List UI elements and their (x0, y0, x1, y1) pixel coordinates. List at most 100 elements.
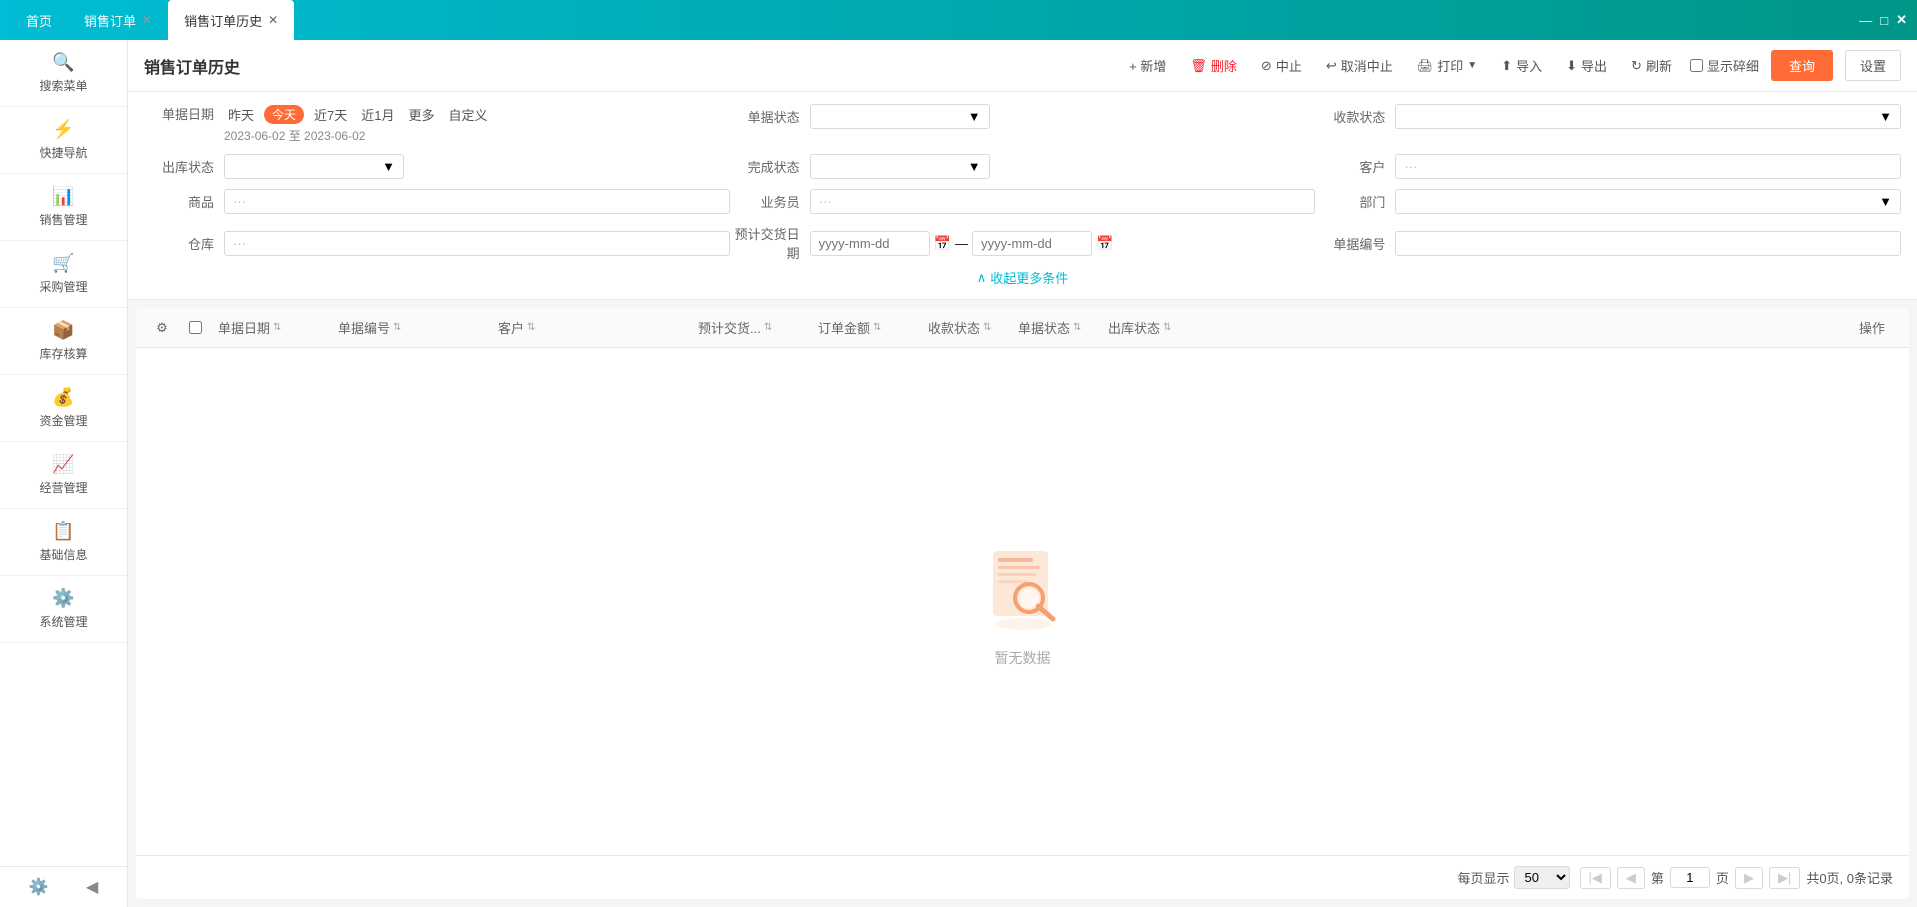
date-separator: — (955, 236, 968, 251)
print-button[interactable]: 🖨 打印 ▼ (1411, 52, 1483, 79)
bill-no-label: 单据编号 (1315, 234, 1395, 253)
finance-icon: 💰 (52, 387, 74, 408)
sidebar-item-sales[interactable]: 📊 销售管理 (0, 174, 127, 241)
th-ops-label: 操作 (1859, 318, 1885, 337)
sidebar-item-search-menu[interactable]: 🔍 搜索菜单 (0, 40, 127, 107)
sidebar-item-quick-nav[interactable]: ⚡ 快捷导航 (0, 107, 127, 174)
display-cols-label: 显示碎细 (1707, 56, 1759, 75)
sort-bill-icon: ⇅ (1073, 322, 1081, 333)
delivery-date-end[interactable] (972, 231, 1092, 256)
next-page-button[interactable]: ▶ (1735, 867, 1763, 889)
calendar-start-icon[interactable]: 📅 (934, 235, 951, 252)
sidebar-item-purchase[interactable]: 🛒 采购管理 (0, 241, 127, 308)
toolbar: + 新增 🗑 删除 ⊘ 中止 ↩ 取消中止 🖨 打印 ▼ (1123, 50, 1901, 81)
th-order-amount-label: 订单金额 (818, 318, 870, 337)
th-delivery-date[interactable]: 预计交货... ⇅ (690, 318, 810, 337)
out-status-select[interactable]: ▼ (224, 154, 404, 179)
customer-input[interactable]: ··· (1395, 154, 1901, 179)
th-checkbox[interactable] (180, 321, 210, 334)
sidebar-item-finance[interactable]: 💰 资金管理 (0, 375, 127, 442)
page-title: 销售订单历史 (144, 54, 240, 78)
th-pay-status-label: 收款状态 (928, 318, 980, 337)
tab-sales-order-history-close[interactable]: ✕ (268, 13, 278, 27)
sidebar: 🔍 搜索菜单 ⚡ 快捷导航 📊 销售管理 🛒 采购管理 📦 库存核算 💰 资金管… (0, 40, 128, 907)
sales-icon: 📊 (52, 186, 74, 207)
import-label: 导入 (1516, 56, 1542, 75)
bill-no-input[interactable] (1395, 231, 1901, 256)
maximize-button[interactable]: □ (1880, 13, 1888, 28)
new-label: + 新增 (1129, 56, 1166, 75)
shortcut-yesterday[interactable]: 昨天 (224, 104, 258, 125)
collapse-label: 收起更多条件 (990, 268, 1068, 287)
minimize-button[interactable]: — (1859, 13, 1872, 28)
pay-status-select[interactable]: ▼ (1395, 104, 1901, 129)
sidebar-item-operations[interactable]: 📈 经营管理 (0, 442, 127, 509)
delete-button[interactable]: 🗑 删除 (1184, 52, 1243, 79)
th-pay-status[interactable]: 收款状态 ⇅ (920, 318, 1010, 337)
collapse-button[interactable]: ∧ 收起更多条件 (144, 268, 1901, 287)
stop-button[interactable]: ⊘ 中止 (1255, 52, 1308, 79)
sidebar-collapse-button[interactable]: ◀ (86, 877, 98, 897)
delivery-date-label: 预计交货日期 (730, 224, 810, 262)
pay-status-label: 收款状态 (1315, 107, 1395, 126)
prev-page-button[interactable]: ◀ (1617, 867, 1645, 889)
tab-sales-order-close[interactable]: ✕ (142, 13, 152, 27)
sort-out-icon: ⇅ (1163, 322, 1171, 333)
goods-input[interactable]: ··· (224, 189, 730, 214)
tab-sales-order-history[interactable]: 销售订单历史 ✕ (168, 0, 294, 40)
dept-select[interactable]: ▼ (1395, 189, 1901, 214)
warehouse-input[interactable]: ··· (224, 231, 730, 256)
cancel-stop-label: 取消中止 (1341, 56, 1393, 75)
cancel-stop-button[interactable]: ↩ 取消中止 (1320, 52, 1399, 79)
shortcut-1month[interactable]: 近1月 (357, 104, 398, 125)
complete-status-select[interactable]: ▼ (810, 154, 990, 179)
basic-info-icon: 📋 (52, 521, 74, 542)
sidebar-item-inventory[interactable]: 📦 库存核算 (0, 308, 127, 375)
date-label: 单据日期 (144, 104, 224, 123)
page-number-input[interactable] (1670, 867, 1710, 888)
sidebar-item-system[interactable]: ⚙️ 系统管理 (0, 576, 127, 643)
calendar-end-icon[interactable]: 📅 (1096, 235, 1113, 252)
display-cols-checkbox[interactable] (1690, 59, 1703, 72)
sort-customer-icon: ⇅ (527, 322, 535, 333)
settings-button[interactable]: 设置 (1845, 50, 1901, 81)
shortcut-custom[interactable]: 自定义 (445, 104, 492, 125)
stop-icon: ⊘ (1261, 58, 1272, 74)
shortcut-more[interactable]: 更多 (405, 104, 439, 125)
th-out-status[interactable]: 出库状态 ⇅ (1100, 318, 1190, 337)
th-settings[interactable]: ⚙ (144, 320, 180, 336)
shortcut-7days[interactable]: 近7天 (310, 104, 351, 125)
salesperson-label: 业务员 (730, 192, 810, 211)
th-bill-status[interactable]: 单据状态 ⇅ (1010, 318, 1100, 337)
filter-area: 单据日期 昨天 今天 近7天 近1月 更多 自定义 2023-06-02 至 2… (128, 92, 1917, 300)
empty-text: 暂无数据 (995, 648, 1051, 668)
th-bill-no[interactable]: 单据编号 ⇅ (330, 318, 490, 337)
th-order-amount[interactable]: 订单金额 ⇅ (810, 318, 920, 337)
select-all-checkbox[interactable] (189, 321, 202, 334)
page-label: 第 (1651, 868, 1664, 887)
sidebar-item-basic-info[interactable]: 📋 基础信息 (0, 509, 127, 576)
tab-sales-order[interactable]: 销售订单 ✕ (68, 0, 168, 40)
th-bill-date[interactable]: 单据日期 ⇅ (210, 318, 330, 337)
tab-home[interactable]: 首页 (10, 0, 68, 40)
th-customer[interactable]: 客户 ⇅ (490, 318, 690, 337)
close-button[interactable]: ✕ (1896, 12, 1907, 28)
query-button[interactable]: 查询 (1771, 50, 1833, 81)
salesperson-input[interactable]: ··· (810, 189, 1316, 214)
new-button[interactable]: + 新增 (1123, 52, 1172, 79)
inventory-icon: 📦 (52, 320, 74, 341)
page-size-select[interactable]: 10 20 50 100 (1514, 866, 1570, 889)
sidebar-item-system-label: 系统管理 (39, 613, 87, 630)
dept-label: 部门 (1315, 192, 1395, 211)
export-button[interactable]: ⬇ 导出 (1560, 52, 1613, 79)
sidebar-settings-button[interactable]: ⚙️ (29, 877, 49, 897)
bill-status-select[interactable]: ▼ (810, 104, 990, 129)
last-page-button[interactable]: ▶| (1769, 867, 1800, 889)
import-button[interactable]: ⬆ 导入 (1495, 52, 1548, 79)
shortcut-today[interactable]: 今天 (264, 105, 304, 124)
delivery-date-start[interactable] (810, 231, 930, 256)
first-page-button[interactable]: |◀ (1580, 867, 1611, 889)
table-header: ⚙ 单据日期 ⇅ 单据编号 ⇅ 客户 ⇅ 预计交货... (136, 308, 1909, 348)
refresh-button[interactable]: ↻ 刷新 (1625, 52, 1678, 79)
sort-no-icon: ⇅ (393, 322, 401, 333)
